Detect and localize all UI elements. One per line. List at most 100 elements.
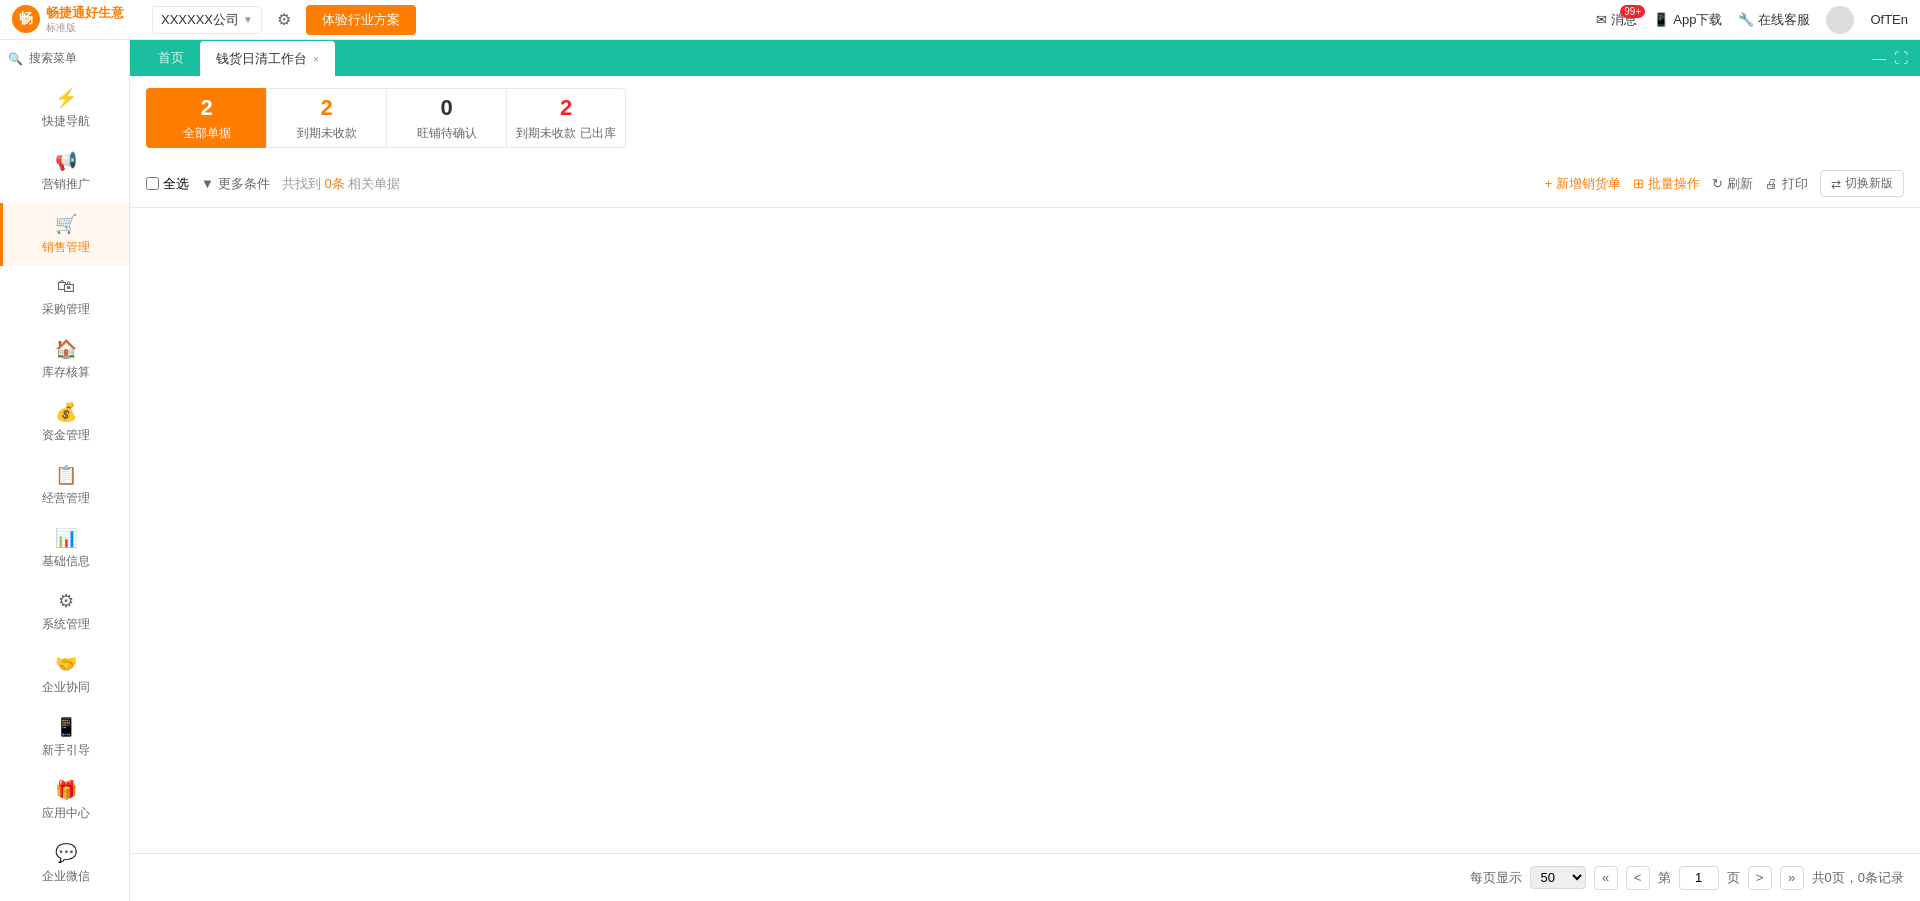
top-header: 畅 畅捷通好生意 标准版 XXXXXX公司 ▼ ⚙ 体验行业方案 ✉ 消息 99… [0,0,1920,40]
inventory-icon: 🏠 [55,338,77,360]
found-text: 共找到 0条 相关单据 [282,175,400,193]
message-icon: ✉ [1596,12,1607,27]
username-label: OfTEn [1870,12,1908,27]
maximize-button[interactable]: ⛶ [1894,50,1908,66]
refresh-label: 刷新 [1727,175,1753,193]
logo-sub-text: 标准版 [46,21,124,34]
toolbar: 全选 ▼ 更多条件 共找到 0条 相关单据 + 新增销货单 ⊞ [130,160,1920,208]
sidebar-item-purchase[interactable]: 🛍 采购管理 [0,266,129,328]
sidebar-item-app-center[interactable]: 🎁 应用中心 [0,769,129,832]
filter-button[interactable]: ▼ 更多条件 [201,175,270,193]
found-suffix: 相关单据 [348,176,400,191]
print-icon: 🖨 [1765,176,1778,191]
first-page-button[interactable]: « [1594,866,1618,890]
tab-cashflow[interactable]: 钱货日清工作台 × [200,41,335,77]
sidebar-label-guide: 新手引导 [42,742,90,759]
sidebar-item-system[interactable]: ⚙ 系统管理 [0,580,129,643]
app-download-label: App下载 [1673,11,1722,29]
content-area: 首页 钱货日清工作台 × — ⛶ 2 全部单据 2 到期未收款 [130,40,1920,901]
sidebar-item-member[interactable]: V 畅会员 [0,895,129,901]
stat-tab-overdue-unpaid[interactable]: 2 到期未收款 [266,88,386,148]
total-text: 共0页，0条记录 [1812,869,1904,887]
sidebar-item-basic-info[interactable]: 📊 基础信息 [0,517,129,580]
per-page-label: 每页显示 [1470,869,1522,887]
select-all-input[interactable] [146,177,159,190]
system-icon: ⚙ [58,590,74,612]
batch-operation-button[interactable]: ⊞ 批量操作 [1633,175,1700,193]
switch-version-button[interactable]: ⇄ 切换新版 [1820,170,1904,197]
sidebar-label-system: 系统管理 [42,616,90,633]
stat-label-overdue-unpaid: 到期未收款 [297,125,357,142]
stat-num-all: 2 [200,95,212,121]
settings-button[interactable]: ⚙ [270,6,298,34]
new-sale-button[interactable]: + 新增销货单 [1545,175,1621,193]
stat-num-overdue-unshipped: 2 [560,95,572,121]
next-page-button[interactable]: > [1748,866,1772,890]
sidebar-item-operations[interactable]: 📋 经营管理 [0,454,129,517]
stat-label-all: 全部单据 [183,125,231,142]
prev-page-button[interactable]: < [1626,866,1650,890]
stat-tab-pending-confirm[interactable]: 0 旺铺待确认 [386,88,506,148]
sidebar-label-marketing: 营销推广 [42,176,90,193]
tab-right-actions: — ⛶ [1872,50,1908,66]
search-menu-label: 搜索菜单 [29,50,77,67]
switch-label: 切换新版 [1845,175,1893,192]
sidebar-label-basic-info: 基础信息 [42,553,90,570]
basic-info-icon: 📊 [55,527,77,549]
page-content: 2 全部单据 2 到期未收款 0 旺铺待确认 2 到期未收款 已出库 [130,76,1920,901]
print-button[interactable]: 🖨 打印 [1765,175,1808,193]
sidebar-label-cooperation: 企业协同 [42,679,90,696]
service-icon: 🔧 [1738,12,1754,27]
sidebar-item-guide[interactable]: 📱 新手引导 [0,706,129,769]
sidebar-label-operations: 经营管理 [42,490,90,507]
trial-button[interactable]: 体验行业方案 [306,5,416,35]
marketing-icon: 📢 [55,150,77,172]
tab-home[interactable]: 首页 [142,40,200,76]
stat-tab-all[interactable]: 2 全部单据 [146,88,266,148]
batch-label: 批量操作 [1648,175,1700,193]
stat-tab-overdue-unshipped[interactable]: 2 到期未收款 已出库 [506,88,626,148]
select-all-label: 全选 [163,175,189,193]
sidebar-item-cooperation[interactable]: 🤝 企业协同 [0,643,129,706]
header-right: ✉ 消息 99+ 📱 App下载 🔧 在线客服 OfTEn [1596,6,1908,34]
logo-icon: 畅 [12,5,40,33]
tab-close-icon[interactable]: × [313,54,319,65]
filter-label: 更多条件 [218,175,270,193]
stat-num-pending-confirm: 0 [440,95,452,121]
stat-num-overdue-unpaid: 2 [320,95,332,121]
tab-cashflow-label: 钱货日清工作台 [216,50,307,68]
tab-bar: 首页 钱货日清工作台 × — ⛶ [130,40,1920,76]
sidebar-label-inventory: 库存核算 [42,364,90,381]
last-page-button[interactable]: » [1780,866,1804,890]
online-service-action[interactable]: 🔧 在线客服 [1738,11,1810,29]
search-menu[interactable]: 🔍 搜索菜单 [0,40,129,77]
message-action[interactable]: ✉ 消息 99+ [1596,11,1637,29]
sidebar-label-finance: 资金管理 [42,427,90,444]
purchase-icon: 🛍 [57,276,75,297]
sidebar-item-marketing[interactable]: 📢 营销推广 [0,140,129,203]
sidebar-item-quick-nav[interactable]: ⚡ 快捷导航 [0,77,129,140]
sidebar-item-sales[interactable]: 🛒 销售管理 [0,203,129,266]
sidebar-item-finance[interactable]: 💰 资金管理 [0,391,129,454]
select-all-checkbox[interactable]: 全选 [146,175,189,193]
chevron-down-icon: ▼ [243,14,253,25]
page-size-select[interactable]: 50 100 [1530,866,1586,889]
page-number-input[interactable] [1679,866,1719,890]
sidebar-label-app-center: 应用中心 [42,805,90,822]
logo-main-text: 畅捷通好生意 [46,5,124,22]
logo-area: 畅 畅捷通好生意 标准版 [12,5,124,35]
avatar[interactable] [1826,6,1854,34]
sidebar-label-quick-nav: 快捷导航 [42,113,90,130]
pagination: 每页显示 50 100 « < 第 页 > » 共0页，0条记录 [130,853,1920,901]
tab-home-label: 首页 [158,49,184,67]
sidebar-item-wechat[interactable]: 💬 企业微信 [0,832,129,895]
refresh-button[interactable]: ↻ 刷新 [1712,175,1753,193]
minimize-button[interactable]: — [1872,50,1886,66]
cooperation-icon: 🤝 [55,653,77,675]
sidebar-label-purchase: 采购管理 [42,301,90,318]
sidebar-item-inventory[interactable]: 🏠 库存核算 [0,328,129,391]
company-selector[interactable]: XXXXXX公司 ▼ [152,6,262,34]
app-download-action[interactable]: 📱 App下载 [1653,11,1722,29]
batch-icon: ⊞ [1633,176,1644,191]
quick-nav-icon: ⚡ [55,87,77,109]
